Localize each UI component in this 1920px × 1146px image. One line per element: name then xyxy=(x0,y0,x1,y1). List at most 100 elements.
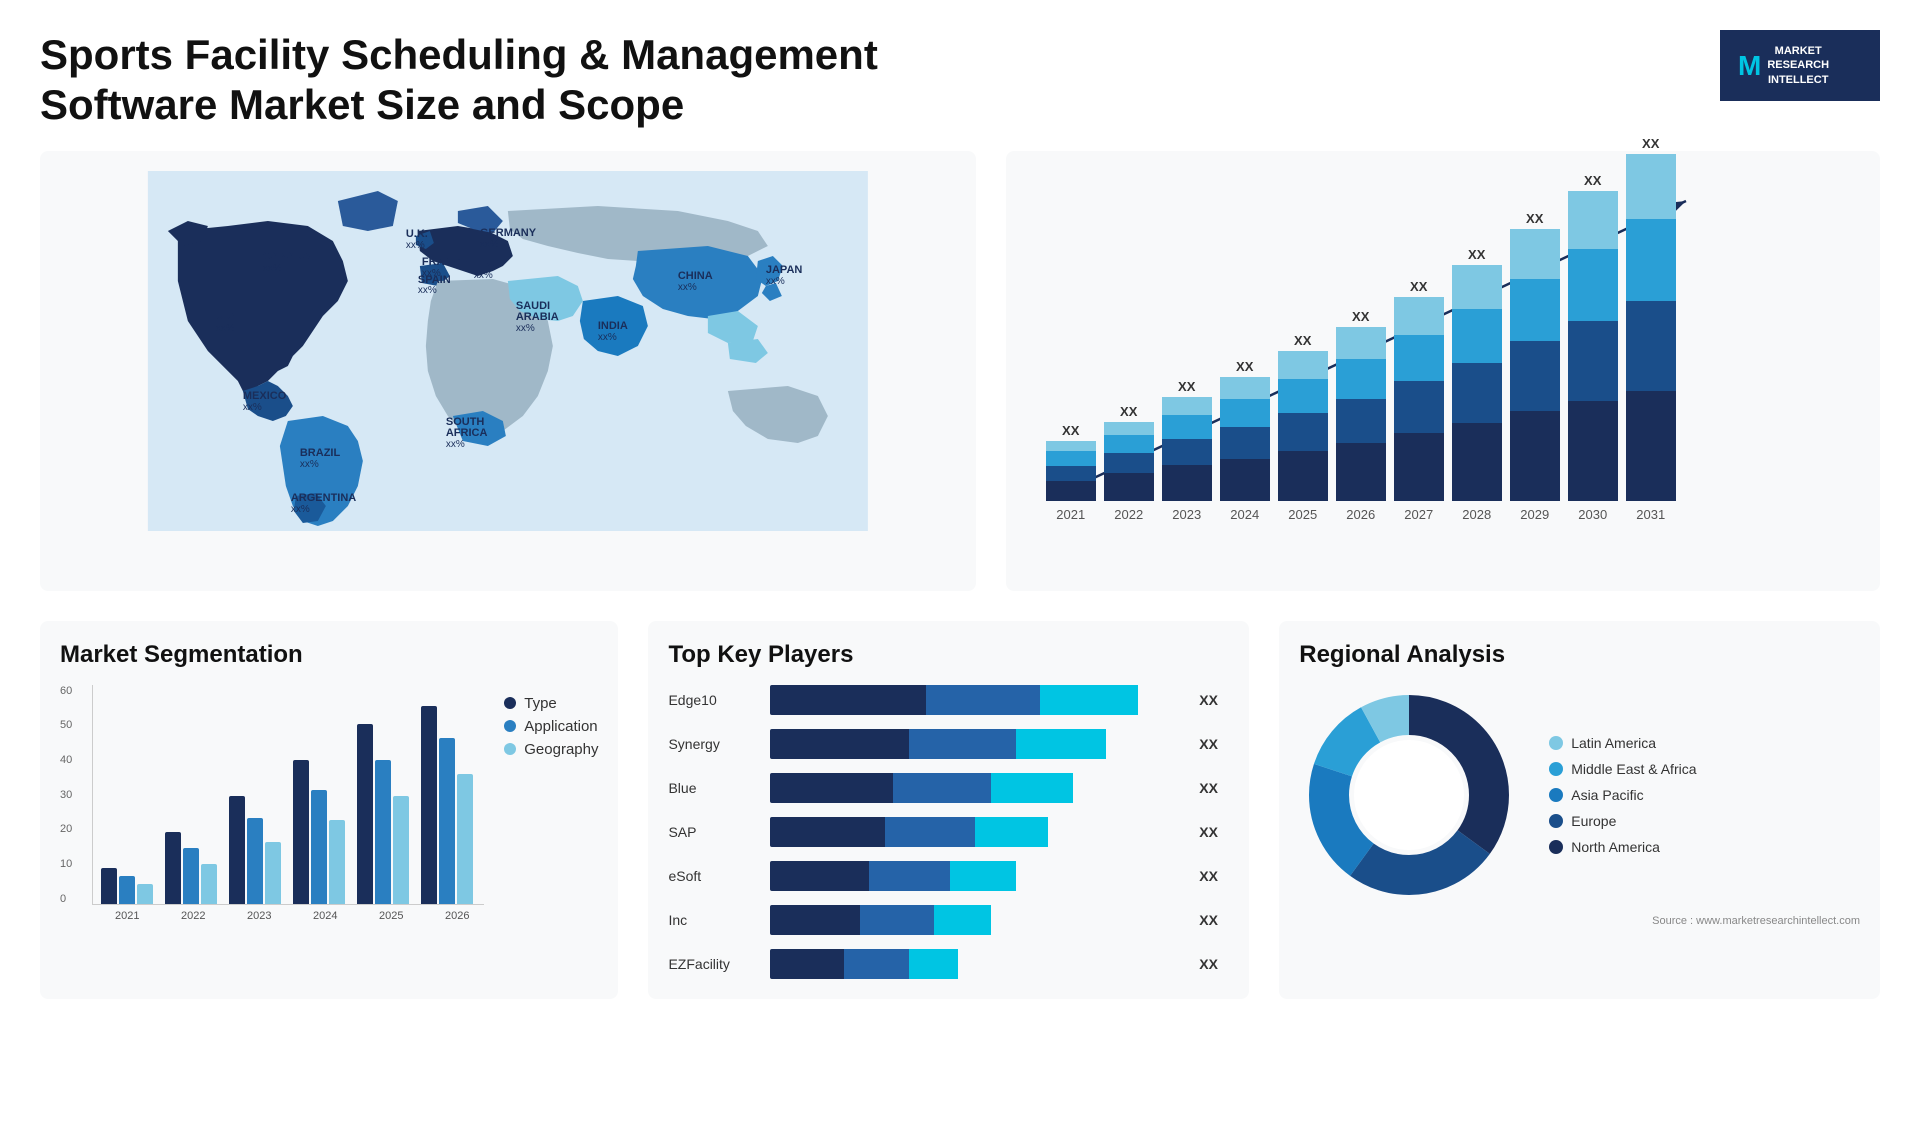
player-bar-seg3-synergy xyxy=(1016,729,1106,759)
player-name-esoft: eSoft xyxy=(668,868,758,884)
svg-text:BRAZIL: BRAZIL xyxy=(300,447,341,459)
bar-chart-x-labels: 2021 2022 2023 2024 2025 2026 2027 2028 … xyxy=(1036,507,1850,522)
player-name-sap: SAP xyxy=(668,824,758,840)
seg-bar-type-2024 xyxy=(293,760,309,904)
svg-text:xx%: xx% xyxy=(243,402,262,413)
player-name-ezfacility: EZFacility xyxy=(668,956,758,972)
x-label-2023: 2023 xyxy=(1162,507,1212,522)
player-row-esoft: eSoft XX xyxy=(668,861,1229,891)
legend-color-middle-east-africa xyxy=(1549,762,1563,776)
player-name-synergy: Synergy xyxy=(668,736,758,752)
seg-bars-and-labels: 2021 2022 2023 2024 2025 2026 xyxy=(92,685,484,922)
player-bar-bg-inc xyxy=(770,905,1179,935)
seg-bar-app-2026 xyxy=(439,738,455,904)
seg-y-axis: 60 50 40 30 20 10 0 xyxy=(60,685,72,905)
seg-bar-type-2023 xyxy=(229,796,245,904)
player-bar-seg3-sap xyxy=(975,817,1049,847)
growth-chart-wrapper: XX XX xyxy=(1036,181,1850,561)
svg-text:AFRICA: AFRICA xyxy=(446,427,488,439)
player-bar-synergy xyxy=(770,729,1179,759)
player-bar-bg-edge10 xyxy=(770,685,1179,715)
seg-bar-geo-2023 xyxy=(265,842,281,904)
legend-latin-america: Latin America xyxy=(1549,735,1696,751)
bar-2024: XX xyxy=(1220,359,1270,501)
bar-2027: XX xyxy=(1394,279,1444,501)
svg-text:xx%: xx% xyxy=(418,285,437,296)
player-bar-seg3-edge10 xyxy=(1040,685,1138,715)
seg-bar-app-2025 xyxy=(375,760,391,904)
legend-dot-type xyxy=(504,697,516,709)
legend-color-latin-america xyxy=(1549,736,1563,750)
seg-x-labels: 2021 2022 2023 2024 2025 2026 xyxy=(100,910,484,922)
player-bar-seg1-ezfacility xyxy=(770,949,844,979)
seg-bars xyxy=(92,685,484,905)
player-value-sap: XX xyxy=(1199,824,1229,840)
seg-x-2024: 2024 xyxy=(298,910,352,922)
legend-dot-application xyxy=(504,720,516,732)
svg-text:xx%: xx% xyxy=(263,263,282,274)
svg-text:ARGENTINA: ARGENTINA xyxy=(291,492,356,504)
logo-line1: MARKET xyxy=(1767,44,1829,58)
svg-text:CANADA: CANADA xyxy=(263,250,311,262)
bar-2022: XX xyxy=(1104,404,1154,501)
x-label-2025: 2025 xyxy=(1278,507,1328,522)
legend-text-latin-america: Latin America xyxy=(1571,735,1656,751)
seg-group-2024 xyxy=(293,760,345,904)
bar-value-2029: XX xyxy=(1526,211,1543,226)
logo-line2: RESEARCH xyxy=(1767,58,1829,72)
bar-2031: XX xyxy=(1626,136,1676,501)
x-label-2028: 2028 xyxy=(1452,507,1502,522)
player-bar-inc xyxy=(770,905,1179,935)
seg-x-2023: 2023 xyxy=(232,910,286,922)
x-label-2026: 2026 xyxy=(1336,507,1386,522)
player-bar-seg3-inc xyxy=(934,905,991,935)
player-bar-seg1-sap xyxy=(770,817,884,847)
player-bar-seg3-esoft xyxy=(950,861,1015,891)
y-label-0: 0 xyxy=(60,893,72,905)
svg-text:xx%: xx% xyxy=(474,270,493,281)
svg-text:xx%: xx% xyxy=(406,240,425,251)
world-map-container: CANADA xx% U.S. xx% MEXICO xx% BRAZIL xx… xyxy=(60,171,956,531)
bar-2026: XX xyxy=(1336,309,1386,501)
player-bar-seg1-inc xyxy=(770,905,860,935)
legend-dot-geography xyxy=(504,743,516,755)
logo-box: M MARKET RESEARCH INTELLECT xyxy=(1720,30,1880,101)
player-bar-seg1-esoft xyxy=(770,861,868,891)
legend-type: Type xyxy=(504,695,598,712)
seg-chart-area: 60 50 40 30 20 10 0 xyxy=(60,685,598,922)
legend-asia-pacific: Asia Pacific xyxy=(1549,787,1696,803)
player-bar-seg2-edge10 xyxy=(926,685,1040,715)
y-label-20: 20 xyxy=(60,823,72,835)
map-section: CANADA xx% U.S. xx% MEXICO xx% BRAZIL xx… xyxy=(40,151,976,591)
player-bar-esoft xyxy=(770,861,1179,891)
bar-value-2030: XX xyxy=(1584,173,1601,188)
player-value-blue: XX xyxy=(1199,780,1229,796)
world-map-svg: CANADA xx% U.S. xx% MEXICO xx% BRAZIL xx… xyxy=(60,171,956,531)
svg-text:xx%: xx% xyxy=(678,282,697,293)
players-title: Top Key Players xyxy=(668,641,1229,669)
bar-value-2024: XX xyxy=(1236,359,1253,374)
seg-bar-app-2022 xyxy=(183,848,199,904)
seg-bar-geo-2026 xyxy=(457,774,473,904)
player-name-edge10: Edge10 xyxy=(668,692,758,708)
legend-text-europe: Europe xyxy=(1571,813,1616,829)
svg-text:U.S.: U.S. xyxy=(216,310,237,322)
legend-color-north-america xyxy=(1549,840,1563,854)
legend-north-america: North America xyxy=(1549,839,1696,855)
player-bar-seg3-blue xyxy=(991,773,1073,803)
player-bar-seg3-ezfacility xyxy=(909,949,958,979)
svg-text:U.K.: U.K. xyxy=(406,228,428,240)
donut-legend: Latin America Middle East & Africa Asia … xyxy=(1549,735,1696,855)
player-row-edge10: Edge10 XX xyxy=(668,685,1229,715)
y-label-30: 30 xyxy=(60,789,72,801)
legend-label-geography: Geography xyxy=(524,741,598,758)
player-bar-seg1-edge10 xyxy=(770,685,925,715)
legend-label-application: Application xyxy=(524,718,597,735)
bar-value-2021: XX xyxy=(1062,423,1079,438)
logo-letter: M xyxy=(1738,46,1761,85)
seg-bar-type-2021 xyxy=(101,868,117,904)
player-row-blue: Blue XX xyxy=(668,773,1229,803)
svg-text:JAPAN: JAPAN xyxy=(766,264,803,276)
legend-middle-east-africa: Middle East & Africa xyxy=(1549,761,1696,777)
svg-text:xx%: xx% xyxy=(516,323,535,334)
